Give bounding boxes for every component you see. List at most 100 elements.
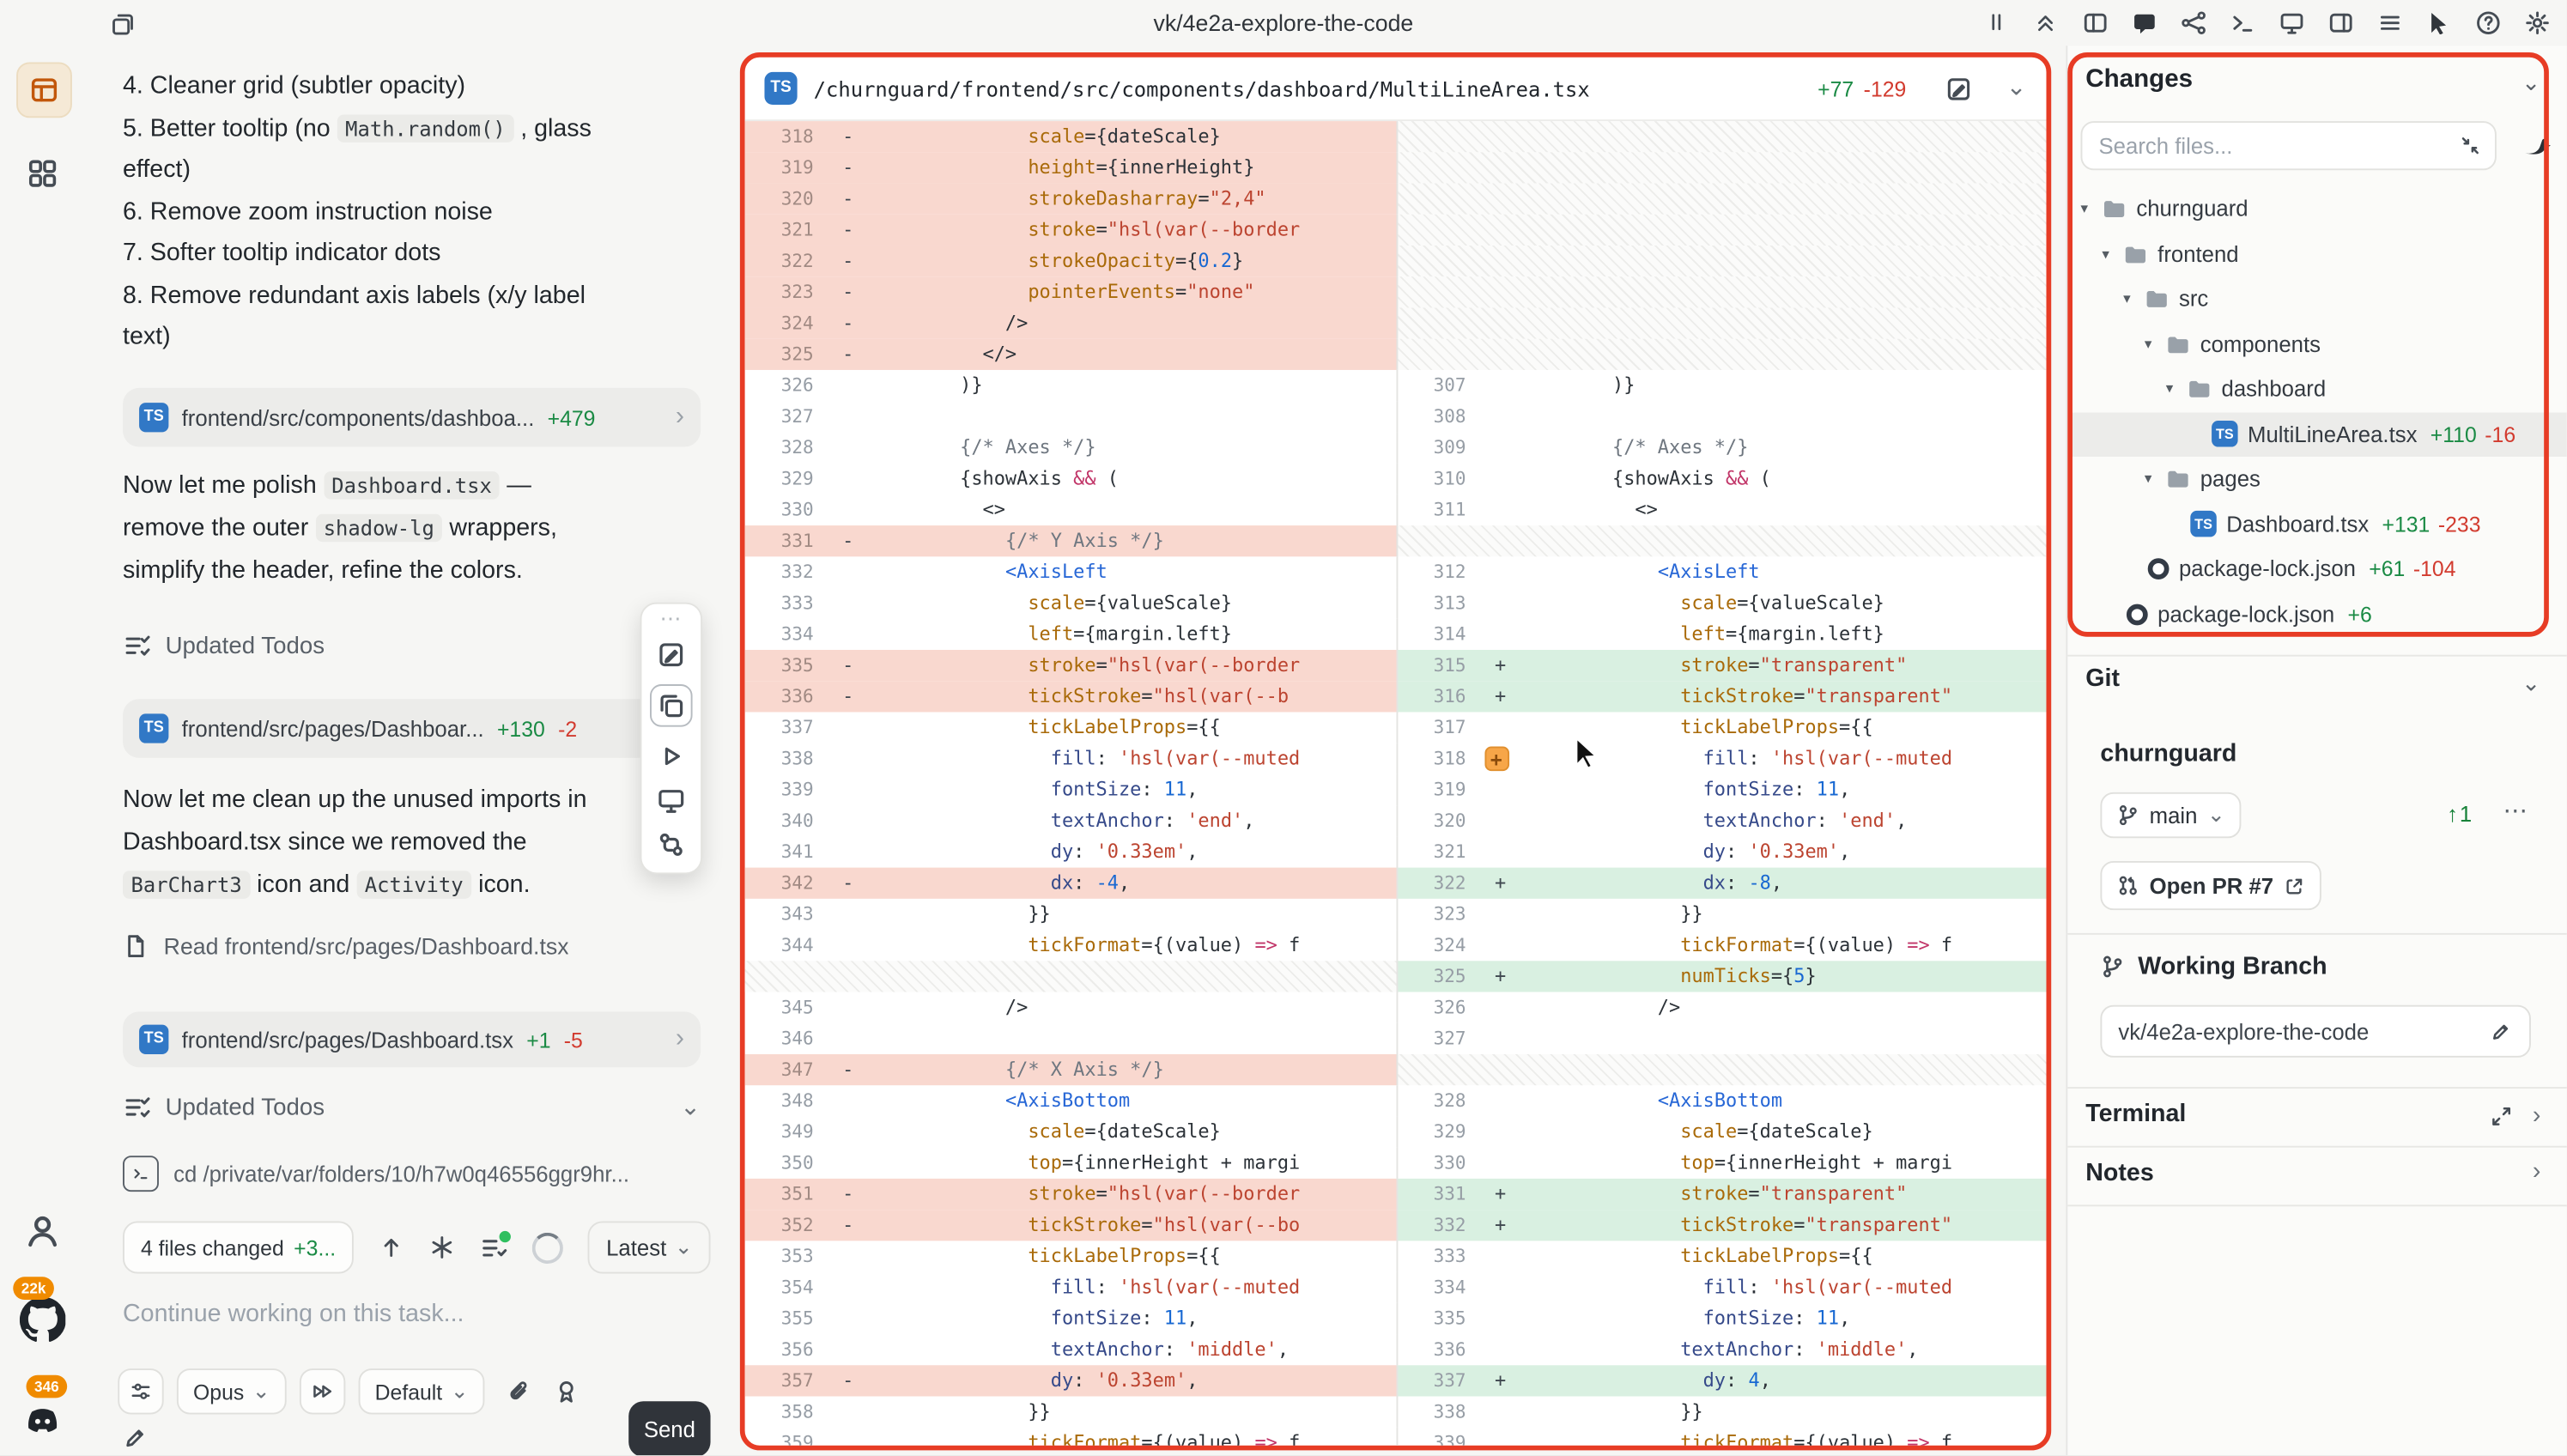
line-number[interactable]: 350: [745, 1148, 827, 1179]
line-number[interactable]: 321: [745, 215, 827, 246]
line-number[interactable]: 342: [745, 868, 827, 899]
chevron-down-icon[interactable]: ⌄: [2006, 80, 2027, 96]
line-number[interactable]: 319: [745, 152, 827, 183]
line-number[interactable]: 314: [1397, 619, 1478, 650]
search-input[interactable]: [2096, 131, 2459, 159]
github-icon[interactable]: [0, 1296, 85, 1342]
open-pr-button[interactable]: Open PR #7: [2100, 861, 2321, 910]
line-number[interactable]: 308: [1397, 401, 1478, 432]
pointer-icon[interactable]: [2424, 9, 2452, 36]
git-network-icon[interactable]: [2179, 9, 2206, 36]
read-file-row[interactable]: Read frontend/src/pages/Dashboard.tsx: [123, 933, 701, 960]
collapse-up-icon[interactable]: [2031, 9, 2059, 36]
collapse-icon[interactable]: [2459, 134, 2482, 157]
line-number[interactable]: 332: [745, 556, 827, 587]
gear-icon[interactable]: [2522, 9, 2550, 36]
line-number[interactable]: 322: [1397, 868, 1478, 899]
line-number[interactable]: 323: [1397, 899, 1478, 930]
line-number[interactable]: 336: [745, 681, 827, 712]
send-button[interactable]: Send: [628, 1401, 710, 1455]
line-number[interactable]: 316: [1397, 681, 1478, 712]
terminal-section-title[interactable]: Terminal: [2085, 1100, 2186, 1127]
drag-handle-icon[interactable]: ⋯: [659, 612, 683, 625]
files-changed-chip[interactable]: 4 files changed +3...: [123, 1221, 354, 1273]
award-icon[interactable]: [554, 1379, 580, 1405]
line-number[interactable]: 333: [1397, 1241, 1478, 1271]
git-compare-icon[interactable]: [657, 830, 686, 859]
line-number[interactable]: 348: [745, 1085, 827, 1116]
model-dropdown[interactable]: Opus ⌄: [177, 1368, 287, 1414]
line-number[interactable]: 332: [1397, 1210, 1478, 1241]
terminal-icon[interactable]: [2228, 9, 2255, 36]
line-number[interactable]: 327: [745, 401, 827, 432]
chevron-right-icon[interactable]: ›: [2533, 1164, 2541, 1180]
bird-icon[interactable]: [2521, 128, 2553, 161]
line-number[interactable]: 320: [1397, 805, 1478, 836]
monitor-icon[interactable]: [2277, 9, 2304, 36]
notes-section-title[interactable]: Notes: [2085, 1159, 2153, 1186]
line-number[interactable]: 337: [1397, 1365, 1478, 1396]
arrow-up-icon[interactable]: [379, 1235, 405, 1261]
line-number[interactable]: 311: [1397, 494, 1478, 525]
line-number[interactable]: 307: [1397, 370, 1478, 401]
line-number[interactable]: 338: [1397, 1397, 1478, 1428]
todos-icon[interactable]: [480, 1234, 507, 1261]
line-number[interactable]: 324: [1397, 930, 1478, 961]
settings-sliders-button[interactable]: [118, 1368, 163, 1414]
attach-icon[interactable]: [506, 1379, 532, 1405]
file-change-card[interactable]: TS frontend/src/pages/Dashboar... +130 -…: [123, 699, 701, 758]
message-input[interactable]: Continue working on this task...: [123, 1300, 701, 1327]
line-number[interactable]: 339: [745, 774, 827, 805]
line-number[interactable]: 321: [1397, 836, 1478, 867]
more-options-icon[interactable]: ⋯: [2503, 796, 2528, 825]
line-number[interactable]: 358: [745, 1397, 827, 1428]
line-number[interactable]: 340: [745, 805, 827, 836]
line-number[interactable]: 325: [745, 339, 827, 370]
line-number[interactable]: 336: [1397, 1334, 1478, 1365]
updated-todos-row[interactable]: Updated Todos ⌄: [123, 1094, 701, 1121]
line-number[interactable]: 331: [745, 525, 827, 556]
edit-pencil-icon[interactable]: [123, 1424, 149, 1451]
line-number[interactable]: 328: [745, 432, 827, 463]
workspace-icon[interactable]: [16, 62, 72, 118]
chevron-down-icon[interactable]: ⌄: [680, 1099, 701, 1115]
line-number[interactable]: 341: [745, 836, 827, 867]
chevron-down-icon[interactable]: ⌄: [2521, 69, 2540, 96]
updated-todos-row[interactable]: Updated Todos: [123, 632, 701, 659]
line-number[interactable]: 318: [1397, 743, 1478, 774]
line-number[interactable]: 326: [1397, 992, 1478, 1023]
line-number[interactable]: 323: [745, 276, 827, 307]
file-change-card[interactable]: TS frontend/src/components/dashboa... +4…: [123, 388, 701, 447]
line-number[interactable]: 319: [1397, 774, 1478, 805]
panel-left-icon[interactable]: [2081, 9, 2109, 36]
working-branch-field[interactable]: vk/4e2a-explore-the-code: [2100, 1005, 2530, 1058]
line-number[interactable]: 328: [1397, 1085, 1478, 1116]
tree-item-multilinearea-tsx[interactable]: TSMultiLineArea.tsx+110-16: [2067, 412, 2567, 457]
sparkle-icon[interactable]: [429, 1235, 456, 1261]
line-number[interactable]: 351: [745, 1179, 827, 1210]
line-number[interactable]: 356: [745, 1334, 827, 1365]
line-number[interactable]: 359: [745, 1428, 827, 1451]
tree-item-churnguard[interactable]: ▾churnguard: [2067, 186, 2567, 231]
line-number[interactable]: 335: [745, 650, 827, 681]
line-number[interactable]: 325: [1397, 961, 1478, 992]
help-icon[interactable]: [2473, 9, 2501, 36]
line-number[interactable]: 355: [745, 1303, 827, 1334]
line-number[interactable]: 357: [745, 1365, 827, 1396]
line-number[interactable]: 330: [1397, 1148, 1478, 1179]
line-number[interactable]: 329: [1397, 1116, 1478, 1147]
line-number[interactable]: 312: [1397, 556, 1478, 587]
line-number[interactable]: 327: [1397, 1023, 1478, 1054]
line-number[interactable]: 315: [1397, 650, 1478, 681]
line-number[interactable]: 324: [745, 307, 827, 338]
line-number[interactable]: 317: [1397, 712, 1478, 743]
line-number[interactable]: 349: [745, 1116, 827, 1147]
tree-item-frontend[interactable]: ▾frontend: [2067, 232, 2567, 276]
annotate-icon[interactable]: [1945, 75, 1973, 102]
menu-icon[interactable]: [2376, 9, 2403, 36]
commits-ahead[interactable]: ↑1: [2447, 802, 2472, 827]
line-number[interactable]: 322: [745, 246, 827, 276]
line-number[interactable]: 334: [745, 619, 827, 650]
line-number[interactable]: 346: [745, 1023, 827, 1054]
monitor-icon[interactable]: [657, 786, 686, 815]
